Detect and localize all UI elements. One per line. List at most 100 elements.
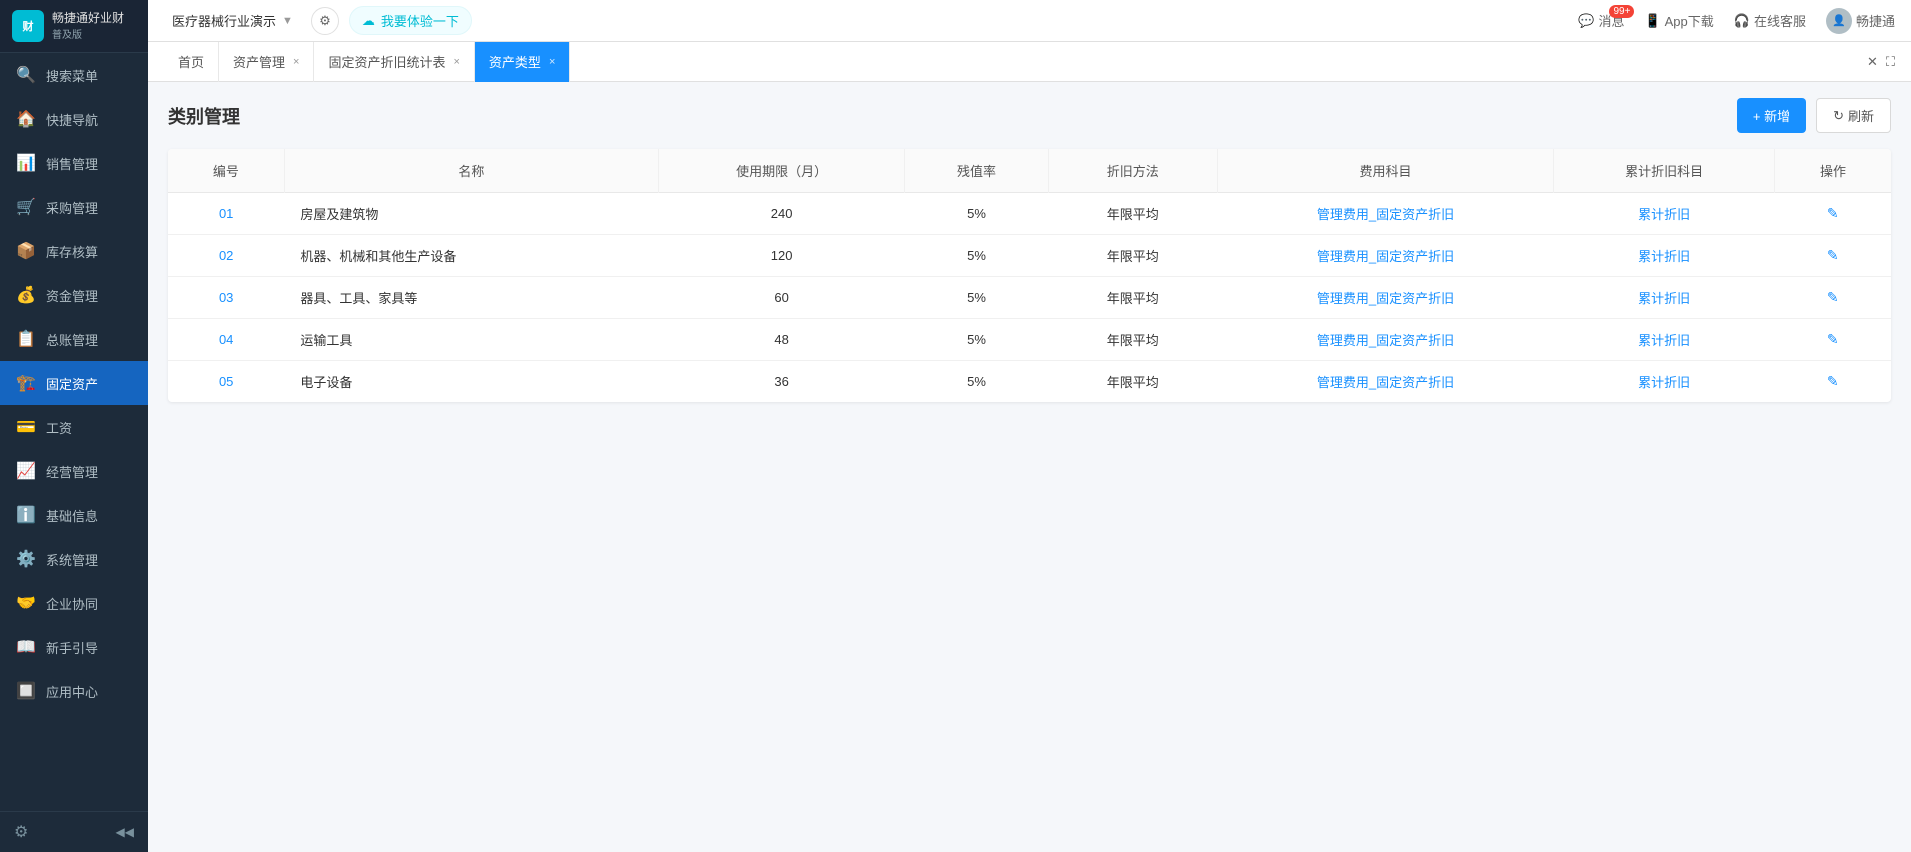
cell-expense: 管理费用_固定资产折旧	[1217, 361, 1554, 403]
sidebar-label-payroll: 工资	[46, 418, 72, 437]
col-header: 累计折旧科目	[1554, 149, 1775, 193]
sidebar-item-search[interactable]: 🔍 搜索菜单	[0, 53, 148, 97]
basic-info-icon: ℹ️	[16, 505, 36, 525]
message-icon: 💬	[1578, 13, 1594, 29]
sidebar-footer: ⚙ ◀◀	[0, 811, 148, 852]
sidebar-label-search: 搜索菜单	[46, 66, 98, 85]
sidebar-label-inventory: 库存核算	[46, 242, 98, 261]
cell-name: 房屋及建筑物	[284, 193, 658, 235]
sidebar-item-cooperation[interactable]: 🤝 企业协同	[0, 581, 148, 625]
sidebar-item-payroll[interactable]: 💳 工资	[0, 405, 148, 449]
tab-close-fixed-asset-table[interactable]: ×	[453, 56, 459, 68]
sidebar-item-inventory[interactable]: 📦 库存核算	[0, 229, 148, 273]
sidebar-label-operations: 经营管理	[46, 462, 98, 481]
tab-home[interactable]: 首页	[164, 42, 219, 82]
sidebar-item-quick-nav[interactable]: 🏠 快捷导航	[0, 97, 148, 141]
message-item[interactable]: 💬 消息 99+	[1578, 11, 1624, 30]
page-title: 类别管理	[168, 103, 240, 129]
cell-id: 05	[168, 361, 284, 403]
cell-method: 年限平均	[1048, 235, 1217, 277]
sidebar-item-purchase[interactable]: 🛒 采购管理	[0, 185, 148, 229]
cell-method: 年限平均	[1048, 361, 1217, 403]
search-icon: 🔍	[16, 65, 36, 85]
ledger-icon: 📋	[16, 329, 36, 349]
cell-accumulated: 累计折旧	[1554, 319, 1775, 361]
table-row: 02 机器、机械和其他生产设备 120 5% 年限平均 管理费用_固定资产折旧 …	[168, 235, 1891, 277]
edit-icon[interactable]: ✎	[1827, 289, 1839, 305]
online-service-item[interactable]: 🎧 在线客服	[1734, 11, 1806, 30]
col-header: 操作	[1775, 149, 1891, 193]
edit-icon[interactable]: ✎	[1827, 205, 1839, 221]
sidebar-label-purchase: 采购管理	[46, 198, 98, 217]
sidebar-label-ledger: 总账管理	[46, 330, 98, 349]
new-button[interactable]: + 新增	[1737, 98, 1806, 133]
tab-label-asset-mgmt: 资产管理	[233, 52, 285, 71]
cooperation-icon: 🤝	[16, 593, 36, 613]
cell-residual: 5%	[905, 277, 1048, 319]
cell-id: 04	[168, 319, 284, 361]
table-row: 05 电子设备 36 5% 年限平均 管理费用_固定资产折旧 累计折旧 ✎	[168, 361, 1891, 403]
experience-button[interactable]: ☁ 我要体验一下	[349, 6, 472, 35]
payroll-icon: 💳	[16, 417, 36, 437]
page-actions: + 新增 ↻ 刷新	[1737, 98, 1891, 133]
cell-id: 01	[168, 193, 284, 235]
sidebar-item-basic-info[interactable]: ℹ️ 基础信息	[0, 493, 148, 537]
sidebar-item-sales[interactable]: 📊 销售管理	[0, 141, 148, 185]
sidebar-label-cooperation: 企业协同	[46, 594, 98, 613]
capital-icon: 💰	[16, 285, 36, 305]
cell-residual: 5%	[905, 193, 1048, 235]
tab-asset-type[interactable]: 资产类型×	[475, 42, 570, 82]
sidebar-collapse-icon[interactable]: ◀◀	[116, 825, 134, 839]
user-item[interactable]: 👤 畅捷通	[1826, 8, 1895, 34]
app-center-icon: 🔲	[16, 681, 36, 701]
tabs-bar: 首页资产管理×固定资产折旧统计表×资产类型× ✕ ⛶	[148, 42, 1911, 82]
topbar: 医疗器械行业演示 ▼ ⚙ ☁ 我要体验一下 💬 消息 99+ 📱 App下载 🎧…	[148, 0, 1911, 42]
sidebar-item-operations[interactable]: 📈 经营管理	[0, 449, 148, 493]
tab-close-asset-mgmt[interactable]: ×	[293, 56, 299, 68]
chevron-down-icon: ▼	[282, 15, 293, 27]
cell-name: 机器、机械和其他生产设备	[284, 235, 658, 277]
edit-icon[interactable]: ✎	[1827, 247, 1839, 263]
edit-icon[interactable]: ✎	[1827, 331, 1839, 347]
cell-name: 电子设备	[284, 361, 658, 403]
settings-gear-icon[interactable]: ⚙	[311, 7, 339, 35]
tab-close-asset-type[interactable]: ×	[549, 56, 555, 68]
cell-method: 年限平均	[1048, 193, 1217, 235]
main-area: 医疗器械行业演示 ▼ ⚙ ☁ 我要体验一下 💬 消息 99+ 📱 App下载 🎧…	[148, 0, 1911, 852]
cell-name: 器具、工具、家具等	[284, 277, 658, 319]
col-header: 使用期限（月）	[658, 149, 905, 193]
refresh-button[interactable]: ↻ 刷新	[1816, 98, 1891, 133]
sidebar-label-quick-nav: 快捷导航	[46, 110, 98, 129]
tab-asset-mgmt[interactable]: 资产管理 ×	[219, 42, 314, 82]
close-window-icon[interactable]: ✕	[1867, 54, 1878, 70]
sidebar-item-system[interactable]: ⚙️ 系统管理	[0, 537, 148, 581]
sidebar-item-capital[interactable]: 💰 资金管理	[0, 273, 148, 317]
maximize-window-icon[interactable]: ⛶	[1886, 54, 1895, 70]
sidebar-item-guide[interactable]: 📖 新手引导	[0, 625, 148, 669]
col-header: 折旧方法	[1048, 149, 1217, 193]
sidebar: 财 畅捷通好业财 普及版 🔍 搜索菜单 🏠 快捷导航 📊 销售管理 🛒 采购管理…	[0, 0, 148, 852]
col-header: 残值率	[905, 149, 1048, 193]
app-download-item[interactable]: 📱 App下载	[1644, 11, 1713, 30]
message-badge: 99+	[1609, 5, 1634, 18]
sidebar-label-fixed-assets: 固定资产	[46, 374, 98, 393]
cell-period: 48	[658, 319, 905, 361]
cell-actions: ✎	[1775, 277, 1891, 319]
sidebar-item-app-center[interactable]: 🔲 应用中心	[0, 669, 148, 713]
tab-fixed-asset-table[interactable]: 固定资产折旧统计表×	[314, 42, 474, 82]
company-selector[interactable]: 医疗器械行业演示 ▼	[164, 7, 301, 34]
cell-actions: ✎	[1775, 193, 1891, 235]
tab-label-home: 首页	[178, 52, 204, 71]
sidebar-item-fixed-assets[interactable]: 🏗️ 固定资产	[0, 361, 148, 405]
headset-icon: 🎧	[1734, 13, 1750, 29]
sidebar-label-sales: 销售管理	[46, 154, 98, 173]
cell-expense: 管理费用_固定资产折旧	[1217, 235, 1554, 277]
cell-period: 120	[658, 235, 905, 277]
sidebar-settings-icon[interactable]: ⚙	[14, 822, 28, 842]
quick-nav-icon: 🏠	[16, 109, 36, 129]
edit-icon[interactable]: ✎	[1827, 373, 1839, 389]
cell-residual: 5%	[905, 319, 1048, 361]
sidebar-logo: 财 畅捷通好业财 普及版	[0, 0, 148, 53]
sidebar-item-ledger[interactable]: 📋 总账管理	[0, 317, 148, 361]
cell-accumulated: 累计折旧	[1554, 193, 1775, 235]
